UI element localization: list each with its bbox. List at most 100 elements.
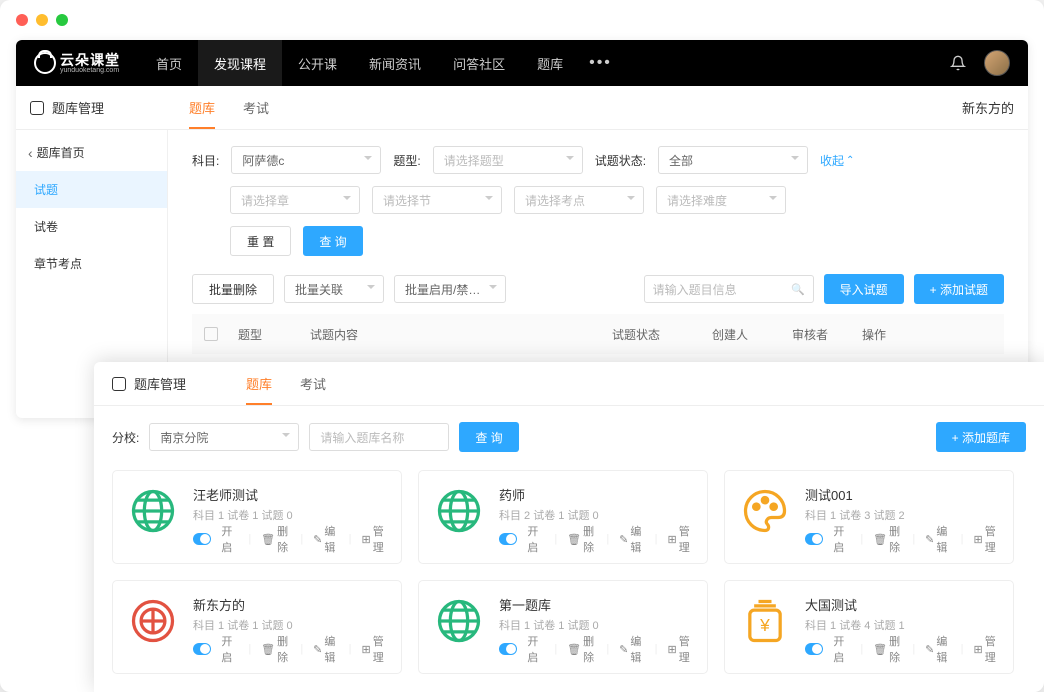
close-window-icon[interactable] — [16, 14, 28, 26]
bank-card[interactable]: 药师 科目 2 试卷 1 试题 0 开启 | 🗑删除 | ✎编辑 | ⊞管理 — [418, 470, 708, 564]
card-delete[interactable]: 🗑删除 — [261, 523, 290, 555]
batch-assoc-select[interactable]: 批量关联 — [284, 275, 384, 303]
batch-enable-select[interactable]: 批量启用/禁… — [394, 275, 506, 303]
logo-subtext: yunduoketang.com — [60, 67, 120, 74]
card-title: 新东方的 — [193, 595, 387, 614]
open-toggle[interactable] — [499, 533, 517, 545]
nav-home[interactable]: 首页 — [140, 40, 198, 86]
sidebar-item-papers[interactable]: 试卷 — [16, 208, 167, 245]
overlay-title: 题库管理 — [134, 374, 186, 393]
subheader: 题库管理 题库 考试 新东方的 — [16, 86, 1028, 130]
type-label: 题型: — [393, 152, 420, 169]
globe-icon — [433, 595, 485, 647]
search-input[interactable]: 请输入题目信息 — [644, 275, 814, 303]
nav-qa[interactable]: 问答社区 — [437, 40, 521, 86]
subject-select[interactable]: 阿萨德c — [231, 146, 381, 174]
logo[interactable]: 云朵课堂 yunduoketang.com — [34, 52, 120, 74]
open-toggle[interactable] — [193, 533, 211, 545]
card-manage[interactable]: ⊞管理 — [362, 633, 387, 665]
card-delete[interactable]: 🗑删除 — [567, 633, 596, 665]
add-bank-button[interactable]: + 添加题库 — [936, 422, 1026, 452]
collapse-filters-link[interactable]: 收起 — [820, 152, 854, 169]
open-toggle[interactable] — [193, 643, 211, 655]
card-edit[interactable]: ✎编辑 — [313, 523, 338, 555]
card-edit[interactable]: ✎编辑 — [619, 523, 644, 555]
overlay-tab-exam[interactable]: 考试 — [300, 362, 326, 405]
card-manage[interactable]: ⊞管理 — [362, 523, 387, 555]
query-button[interactable]: 查 询 — [303, 226, 362, 256]
minimize-window-icon[interactable] — [36, 14, 48, 26]
card-edit[interactable]: ✎编辑 — [313, 633, 338, 665]
status-select[interactable]: 全部 — [658, 146, 808, 174]
add-question-button[interactable]: + 添加试题 — [914, 274, 1004, 304]
open-label: 开启 — [527, 633, 544, 665]
card-meta: 科目 1 试卷 3 试题 2 — [805, 507, 999, 523]
sidebar-item-points[interactable]: 章节考点 — [16, 245, 167, 282]
breadcrumb-back[interactable]: ‹ 题库首页 — [16, 134, 167, 171]
card-title: 第一题库 — [499, 595, 693, 614]
point-select[interactable]: 请选择考点 — [514, 186, 644, 214]
palette-icon — [739, 485, 791, 537]
overlay-header: 题库管理 题库 考试 — [94, 362, 1044, 406]
card-meta: 科目 2 试卷 1 试题 0 — [499, 507, 693, 523]
subtab-bank[interactable]: 题库 — [189, 86, 215, 129]
batch-delete-button[interactable]: 批量删除 — [192, 274, 274, 304]
maximize-window-icon[interactable] — [56, 14, 68, 26]
import-button[interactable]: 导入试题 — [824, 274, 904, 304]
card-edit[interactable]: ✎编辑 — [619, 633, 644, 665]
card-title: 汪老师测试 — [193, 485, 387, 504]
card-title: 测试001 — [805, 485, 999, 504]
nav-more-icon[interactable]: ••• — [579, 54, 622, 72]
bank-card[interactable]: 汪老师测试 科目 1 试卷 1 试题 0 开启 | 🗑删除 | ✎编辑 | ⊞管… — [112, 470, 402, 564]
card-delete[interactable]: 🗑删除 — [261, 633, 290, 665]
card-delete[interactable]: 🗑删除 — [873, 523, 902, 555]
card-delete[interactable]: 🗑删除 — [567, 523, 596, 555]
notification-bell-icon[interactable] — [950, 55, 966, 71]
user-avatar[interactable] — [984, 50, 1010, 76]
th-reviewer: 审核者 — [792, 326, 862, 343]
top-nav: 云朵课堂 yunduoketang.com 首页 发现课程 公开课 新闻资讯 问… — [16, 40, 1028, 86]
select-all-checkbox[interactable] — [204, 327, 218, 341]
card-manage[interactable]: ⊞管理 — [974, 633, 999, 665]
open-toggle[interactable] — [499, 643, 517, 655]
difficulty-select[interactable]: 请选择难度 — [656, 186, 786, 214]
card-edit[interactable]: ✎编辑 — [925, 633, 950, 665]
reset-button[interactable]: 重 置 — [230, 226, 291, 256]
subtab-exam[interactable]: 考试 — [243, 86, 269, 129]
cloud-logo-icon — [34, 52, 56, 74]
bank-card[interactable]: ¥ 大国测试 科目 1 试卷 4 试题 1 开启 | 🗑删除 | ✎编辑 | ⊞… — [724, 580, 1014, 674]
branch-select[interactable]: 南京分院 — [149, 423, 299, 451]
open-label: 开启 — [221, 523, 238, 555]
sidebar-item-questions[interactable]: 试题 — [16, 171, 167, 208]
open-toggle[interactable] — [805, 533, 823, 545]
th-type: 题型 — [238, 326, 310, 343]
bank-name-input[interactable]: 请输入题库名称 — [309, 423, 449, 451]
nav-news[interactable]: 新闻资讯 — [353, 40, 437, 86]
nav-openclass[interactable]: 公开课 — [282, 40, 353, 86]
card-manage[interactable]: ⊞管理 — [668, 523, 693, 555]
nav-bank[interactable]: 题库 — [521, 40, 579, 86]
card-meta: 科目 1 试卷 1 试题 0 — [193, 507, 387, 523]
bank-manage-icon — [30, 101, 44, 115]
chapter-select[interactable]: 请选择章 — [230, 186, 360, 214]
section-select[interactable]: 请选择节 — [372, 186, 502, 214]
bank-card[interactable]: 第一题库 科目 1 试卷 1 试题 0 开启 | 🗑删除 | ✎编辑 | ⊞管理 — [418, 580, 708, 674]
card-title: 大国测试 — [805, 595, 999, 614]
jar-icon: ¥ — [739, 595, 791, 647]
open-label: 开启 — [527, 523, 544, 555]
card-edit[interactable]: ✎编辑 — [925, 523, 950, 555]
bank-card[interactable]: 测试001 科目 1 试卷 3 试题 2 开启 | 🗑删除 | ✎编辑 | ⊞管… — [724, 470, 1014, 564]
table-header: 题型 试题内容 试题状态 创建人 审核者 操作 — [192, 314, 1004, 354]
card-manage[interactable]: ⊞管理 — [668, 633, 693, 665]
open-toggle[interactable] — [805, 643, 823, 655]
overlay-query-button[interactable]: 查 询 — [459, 422, 518, 452]
card-manage[interactable]: ⊞管理 — [974, 523, 999, 555]
traffic-lights — [16, 14, 68, 26]
bank-card[interactable]: 新东方的 科目 1 试卷 1 试题 0 开启 | 🗑删除 | ✎编辑 | ⊞管理 — [112, 580, 402, 674]
type-select[interactable]: 请选择题型 — [433, 146, 583, 174]
overlay-tab-bank[interactable]: 题库 — [246, 362, 272, 405]
branch-label: 分校: — [112, 429, 139, 446]
nav-discover[interactable]: 发现课程 — [198, 40, 282, 86]
card-delete[interactable]: 🗑删除 — [873, 633, 902, 665]
overlay-window: 题库管理 题库 考试 分校: 南京分院 请输入题库名称 查 询 + 添加题库 汪… — [94, 362, 1044, 692]
